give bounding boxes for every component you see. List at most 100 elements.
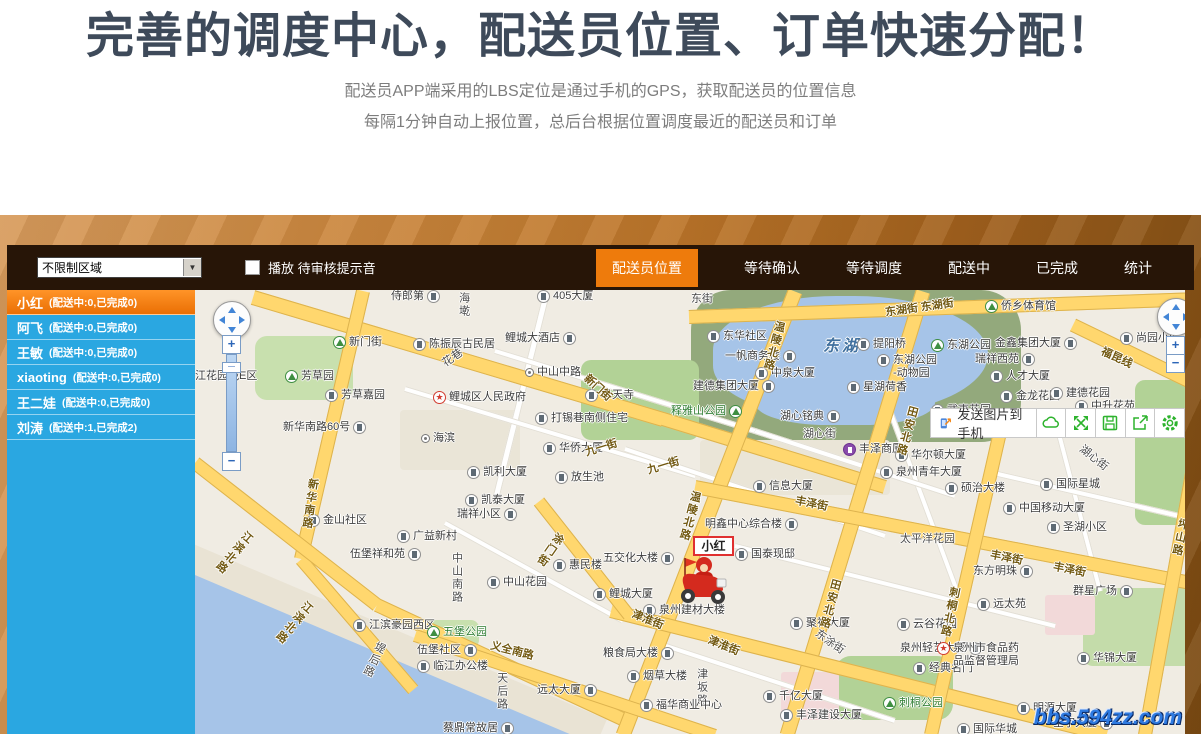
building-icon: [897, 618, 910, 631]
pan-down-icon[interactable]: [228, 327, 236, 333]
zoom-in-button[interactable]: +: [222, 335, 241, 354]
map-street-label: 海墘: [457, 292, 470, 318]
map-poi-label: 华锦大厦: [1077, 652, 1137, 665]
map-poi-label: 临江办公楼: [417, 660, 488, 673]
building-icon: [990, 370, 1003, 383]
map-label-text: 中山中路: [537, 366, 581, 378]
map-poi-label: 信息大厦: [753, 480, 813, 493]
building-icon: [584, 684, 597, 697]
building-icon: [467, 466, 480, 479]
pan-up-icon[interactable]: [228, 307, 236, 313]
map-label-text: 中山南路: [450, 552, 463, 604]
building-icon: [847, 381, 860, 394]
building-icon: [661, 647, 674, 660]
export-button[interactable]: [1125, 408, 1156, 438]
map-poi-label: 金鑫集团大厦: [995, 337, 1077, 350]
map-poi-label: 海滨: [421, 432, 455, 445]
map-canvas[interactable]: 侍郎第 海墘 405大厦 东街 新门街 新门街 陈振辰古民居 鲤城大酒店 花巷 中山中路 东华社区一…: [195, 290, 1185, 734]
map-poi-label: 东湖公园 -动物园: [877, 354, 937, 379]
pan-down-icon[interactable]: [1172, 324, 1180, 330]
map-label-text: 华尔顿大厦: [911, 449, 966, 461]
region-select[interactable]: 不限制区域 ▼: [37, 257, 202, 278]
courier-row[interactable]: 王敏 (配送中:0,已完成0): [7, 340, 195, 365]
courier-stats: (配送中:0,已完成0): [49, 321, 138, 334]
map-poi-label: 蔡鼎常故居: [443, 722, 514, 734]
map-poi-label: 中山花园: [487, 576, 547, 589]
tab-delivering[interactable]: 配送中: [948, 249, 990, 287]
courier-row[interactable]: 阿飞 (配送中:0,已完成0): [7, 315, 195, 340]
zoom-out-button[interactable]: −: [1166, 354, 1185, 373]
map-label-text: 硕治大楼: [961, 482, 1005, 494]
building-icon: [1022, 353, 1035, 366]
save-button[interactable]: [1096, 408, 1126, 438]
play-sound-checkbox[interactable]: [245, 260, 260, 275]
courier-marker-label[interactable]: 小红: [693, 536, 734, 556]
map-poi-label: 鲤城区人民政府: [433, 391, 526, 404]
zoom-slider-handle[interactable]: —: [222, 362, 241, 373]
building-icon: [417, 660, 430, 673]
pan-compass-icon[interactable]: [1157, 298, 1185, 336]
park-tree-icon: [883, 697, 896, 710]
tab-bar: 配送员位置 等待确认 等待调度 配送中 已完成 统计: [596, 248, 1194, 287]
building-icon: [1120, 332, 1133, 345]
map-poi-label: 湖心铭典: [780, 410, 840, 423]
fullscreen-button[interactable]: [1066, 408, 1097, 438]
courier-row[interactable]: 小红 (配送中:0,已完成0): [7, 290, 195, 315]
settings-icon: [1161, 415, 1178, 431]
map-label-text: 星湖荷香: [863, 381, 907, 393]
building-icon: [1003, 502, 1016, 515]
map-poi-label: 圣湖小区: [1047, 521, 1107, 534]
park-tree-icon: [985, 300, 998, 313]
map-poi-label: 伍堡祥和苑: [350, 548, 421, 561]
building-icon: [325, 389, 338, 402]
pan-right-icon[interactable]: [239, 316, 245, 324]
map-poi-label: 远太大厦: [537, 684, 597, 697]
pan-left-icon[interactable]: [219, 316, 225, 324]
page-subtitle-2: 每隔1分钟自动上报位置，总后台根据位置调度最近的配送员和订单: [364, 114, 837, 131]
tab-pending-dispatch[interactable]: 等待调度: [846, 249, 902, 287]
courier-stats: (配送中:0,已完成0): [49, 346, 138, 359]
tab-pending-confirm[interactable]: 等待确认: [744, 249, 800, 287]
building-icon: [857, 338, 870, 351]
map-park-label: 释雅山公园: [671, 405, 742, 418]
map-poi-label: 中国移动大厦: [1003, 502, 1085, 515]
tab-completed[interactable]: 已完成: [1036, 249, 1078, 287]
courier-row[interactable]: xiaoting (配送中:0,已完成0): [7, 365, 195, 390]
zoom-in-button[interactable]: +: [1166, 336, 1185, 355]
map-poi-label: 烟草大楼: [627, 670, 687, 683]
map-label-text: 丰泽建设大厦: [796, 709, 862, 721]
pan-up-icon[interactable]: [1172, 304, 1180, 310]
map-label-text: 明鑫中心综合楼: [705, 518, 782, 530]
map-poi-label: 瑞祥小区: [457, 508, 517, 521]
pan-right-icon[interactable]: [1183, 313, 1185, 321]
map-label-text: 五堡公园: [443, 626, 487, 638]
courier-name: 刘涛: [17, 420, 44, 436]
map-poi-label: 福华商业中心: [640, 699, 722, 712]
settings-button[interactable]: [1155, 408, 1185, 438]
courier-stats: (配送中:1,已完成2): [49, 421, 138, 434]
map-poi-label: 芳草园: [285, 370, 334, 383]
hero-header: 完善的调度中心，配送员位置、订单快速分配！ 配送员APP端采用的LBS定位是通过…: [0, 0, 1201, 215]
page-title: 完善的调度中心，配送员位置、订单快速分配！: [85, 10, 1115, 63]
building-icon: [1077, 652, 1090, 665]
cloud-button[interactable]: [1036, 408, 1067, 438]
building-icon: [413, 338, 426, 351]
map-poi-label: 明鑫中心综合楼: [705, 518, 798, 531]
tab-stats[interactable]: 统计: [1124, 249, 1152, 287]
chevron-down-icon[interactable]: ▼: [183, 259, 201, 276]
map-label-text: 湖心铭典: [780, 410, 824, 422]
map-label-text: 五交化大楼: [603, 552, 658, 564]
map-label-text: 远太大厦: [537, 684, 581, 696]
delivery-scooter-icon[interactable]: [673, 552, 733, 609]
courier-row[interactable]: 王二娃 (配送中:0,已完成0): [7, 390, 195, 415]
map-label-text: 泉州市食品药 品监督管理局: [953, 642, 1019, 667]
building-icon: [501, 722, 514, 734]
map-label-text: 新华南路60号: [283, 421, 351, 433]
pan-left-icon[interactable]: [1163, 313, 1169, 321]
map-poi-label: 建德集团大厦: [693, 380, 775, 393]
send-to-phone-button[interactable]: 发送图片到手机: [930, 407, 1037, 441]
tab-courier-location[interactable]: 配送员位置: [596, 248, 698, 287]
pan-compass-icon[interactable]: [213, 301, 251, 339]
zoom-out-button[interactable]: −: [222, 452, 241, 471]
courier-row[interactable]: 刘涛 (配送中:1,已完成2): [7, 415, 195, 440]
